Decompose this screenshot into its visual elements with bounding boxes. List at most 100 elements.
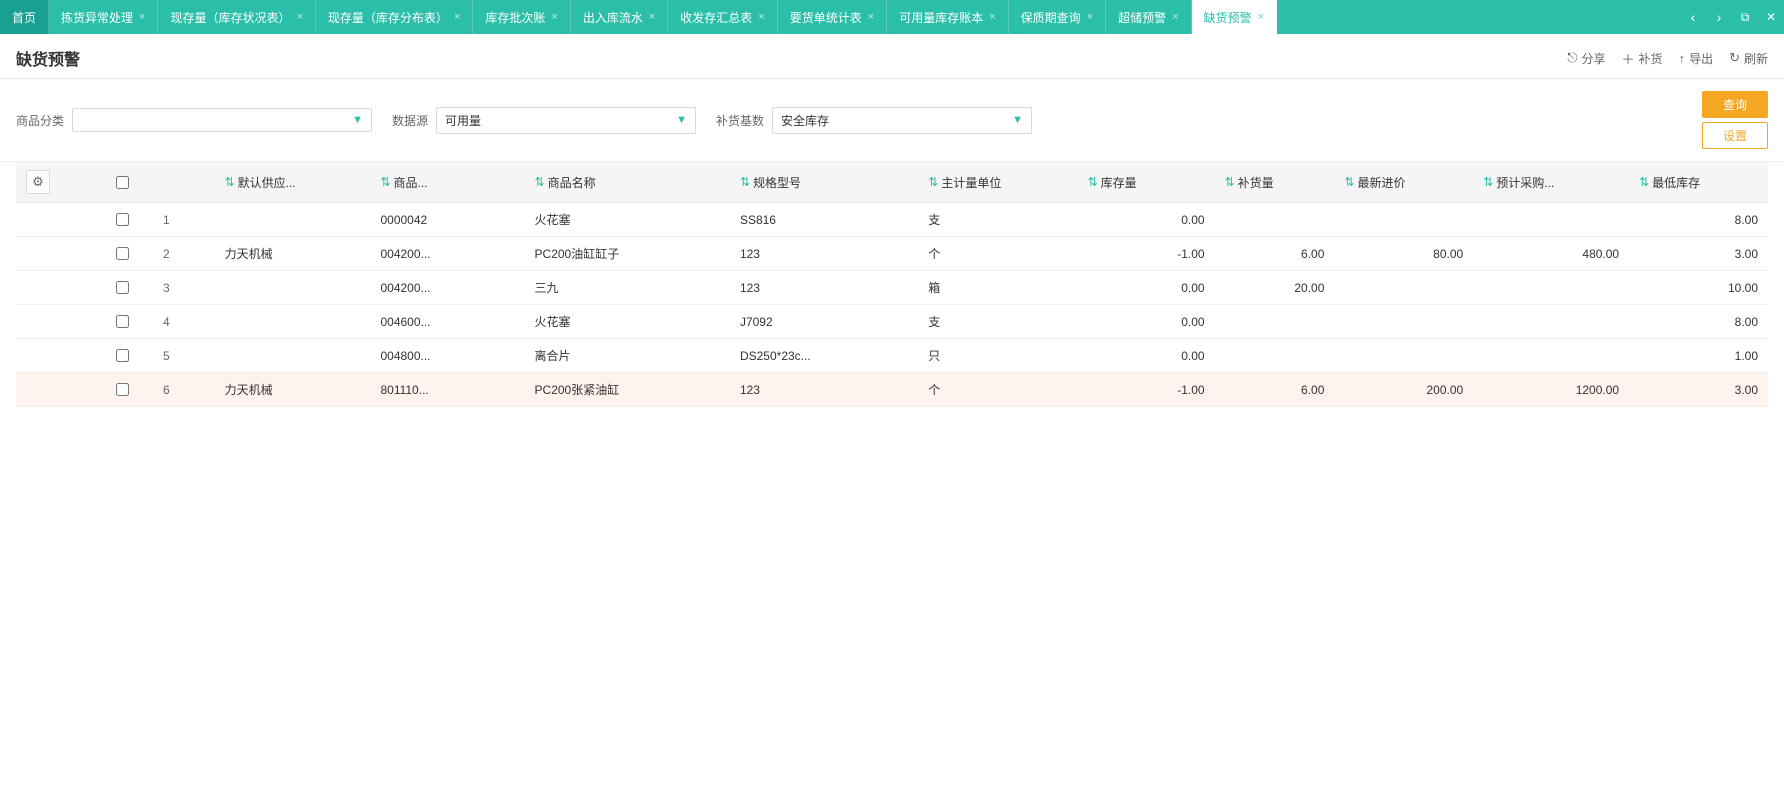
sort-icon: ⇅ <box>928 175 938 189</box>
datasource-filter-group: 数据源 可用量 ▼ <box>392 107 696 134</box>
tab-close-all-btn[interactable]: ✕ <box>1758 0 1784 34</box>
tab-receive-summary[interactable]: 收发存汇总表 × <box>668 0 777 34</box>
filter-row: 商品分类 ▼ 数据源 可用量 ▼ 补货基数 安全库存 ▼ 查询 设置 <box>0 79 1784 162</box>
cell-supplier-4 <box>215 339 371 373</box>
row-checkbox-1[interactable] <box>116 247 129 260</box>
tab-close-exception[interactable]: × <box>139 11 145 23</box>
cell-supplier-3 <box>215 305 371 339</box>
cell-unit-5: 个 <box>918 373 1077 407</box>
tab-close-inout-flow[interactable]: × <box>649 11 655 23</box>
sort-icon: ⇅ <box>1344 175 1354 189</box>
row-checkbox-0[interactable] <box>116 213 129 226</box>
page-header: 缺货预警 ⎋ 分享 ＋ 补货 ↑ 导出 ↻ 刷新 <box>0 34 1784 79</box>
tab-overstock[interactable]: 超储预警 × <box>1106 0 1191 34</box>
cell-stock-4: 0.00 <box>1078 339 1215 373</box>
sort-icon: ⇅ <box>225 175 235 189</box>
row-checkbox-3[interactable] <box>116 315 129 328</box>
tab-close-inventory-dist[interactable]: × <box>454 11 460 23</box>
tab-label-expiry-query: 保质期查询 <box>1021 9 1081 26</box>
cell-minstock-0: 8.00 <box>1629 203 1768 237</box>
row-checkbox-5[interactable] <box>116 383 129 396</box>
cell-price-4 <box>1334 339 1473 373</box>
tab-label-exception: 拣货异常处理 <box>61 9 133 26</box>
table-row: 3 004200... 三九 123 箱 0.00 20.00 10.00 <box>16 271 1768 305</box>
tab-exception[interactable]: 拣货异常处理 × <box>49 0 158 34</box>
share-btn[interactable]: ⎋ 分享 <box>1567 50 1605 67</box>
export-btn[interactable]: ↑ 导出 <box>1679 50 1714 67</box>
datasource-arrow-icon: ▼ <box>676 114 687 126</box>
tab-inout-flow[interactable]: 出入库流水× <box>571 0 668 34</box>
col-num <box>153 162 215 203</box>
tab-label-receive-summary: 收发存汇总表 <box>680 9 752 26</box>
cell-name-5: PC200张紧油缸 <box>525 373 730 407</box>
replenish-base-select[interactable]: 安全库存 ▼ <box>772 107 1032 134</box>
cell-estimate-2 <box>1473 271 1629 305</box>
category-select[interactable]: ▼ <box>72 108 372 132</box>
table-row: 1 0000042 火花塞 SS816 支 0.00 8.00 <box>16 203 1768 237</box>
tab-close-order-stat[interactable]: × <box>868 11 874 23</box>
category-arrow-icon: ▼ <box>352 114 363 126</box>
tab-label-shortage: 缺货预警 <box>1204 9 1252 26</box>
col-settings: ⚙ <box>16 162 91 203</box>
tab-close-shortage[interactable]: × <box>1258 11 1264 23</box>
tab-close-expiry-query[interactable]: × <box>1087 11 1093 23</box>
tab-close-available-ledger[interactable]: × <box>989 11 995 23</box>
tab-order-stat[interactable]: 要货单统计表× <box>778 0 887 34</box>
tab-label-inventory-status: 现存量（库存状况表） <box>170 9 290 26</box>
tab-batch-account[interactable]: 库存批次账 × <box>473 0 570 34</box>
tab-available-ledger[interactable]: 可用量库存账本 × <box>887 0 1008 34</box>
tab-prev-btn[interactable]: ‹ <box>1680 0 1706 34</box>
cell-name-2: 三九 <box>525 271 730 305</box>
tab-restore-btn[interactable]: ⧉ <box>1732 0 1758 34</box>
cell-minstock-2: 10.00 <box>1629 271 1768 305</box>
tab-close-batch-account[interactable]: × <box>551 11 557 23</box>
cell-unit-3: 支 <box>918 305 1077 339</box>
cell-code-3: 004600... <box>370 305 524 339</box>
settings-button[interactable]: 设置 <box>1702 122 1768 149</box>
refresh-icon: ↻ <box>1729 50 1740 66</box>
tab-close-inventory-status[interactable]: × <box>296 11 302 23</box>
cell-num-1: 2 <box>153 237 215 271</box>
col-supplier-header: ⇅ 默认供应... <box>215 162 371 203</box>
cell-price-0 <box>1334 203 1473 237</box>
tab-inventory-dist[interactable]: 现存量（库存分布表）× <box>316 0 473 34</box>
cell-name-1: PC200油缸缸子 <box>525 237 730 271</box>
tab-label-batch-account: 库存批次账 <box>485 9 545 26</box>
tab-bar: 首页拣货异常处理×现存量（库存状况表）×现存量（库存分布表）×库存批次账×出入库… <box>0 0 1784 34</box>
sort-icon: ⇅ <box>1088 175 1098 189</box>
cell-estimate-4 <box>1473 339 1629 373</box>
tab-label-home: 首页 <box>12 9 36 26</box>
cell-code-0: 0000042 <box>370 203 524 237</box>
tab-inventory-status[interactable]: 现存量（库存状况表） × <box>158 0 315 34</box>
select-all-checkbox[interactable] <box>116 176 129 189</box>
cell-unit-4: 只 <box>918 339 1077 373</box>
cell-name-0: 火花塞 <box>525 203 730 237</box>
tab-home[interactable]: 首页 <box>0 0 49 34</box>
tab-expiry-query[interactable]: 保质期查询 × <box>1009 0 1106 34</box>
query-button[interactable]: 查询 <box>1702 91 1768 118</box>
tab-close-overstock[interactable]: × <box>1172 11 1178 23</box>
cell-num-3: 4 <box>153 305 215 339</box>
cell-replenish-0 <box>1215 203 1335 237</box>
table-row: 2 力天机械 004200... PC200油缸缸子 123 个 -1.00 6… <box>16 237 1768 271</box>
col-check <box>91 162 153 203</box>
tab-label-available-ledger: 可用量库存账本 <box>899 9 983 26</box>
tab-next-btn[interactable]: › <box>1706 0 1732 34</box>
table-body: 1 0000042 火花塞 SS816 支 0.00 8.00 2 力天机械 0… <box>16 203 1768 407</box>
refresh-btn[interactable]: ↻ 刷新 <box>1729 50 1768 67</box>
table-row: 5 004800... 离合片 DS250*23c... 只 0.00 1.00 <box>16 339 1768 373</box>
tab-shortage[interactable]: 缺货预警 × <box>1192 0 1277 34</box>
row-checkbox-4[interactable] <box>116 349 129 362</box>
cell-stock-1: -1.00 <box>1078 237 1215 271</box>
data-table: ⚙ ⇅ 默认供应... <box>16 162 1768 407</box>
table-gear-btn[interactable]: ⚙ <box>26 170 50 194</box>
datasource-select[interactable]: 可用量 ▼ <box>436 107 696 134</box>
table-container: ⚙ ⇅ 默认供应... <box>0 162 1784 407</box>
share-icon: ⎋ <box>1567 50 1577 66</box>
tab-close-receive-summary[interactable]: × <box>758 11 764 23</box>
col-name-header: ⇅ 商品名称 <box>525 162 730 203</box>
row-checkbox-2[interactable] <box>116 281 129 294</box>
tab-label-overstock: 超储预警 <box>1118 9 1166 26</box>
replenish-btn[interactable]: ＋ 补货 <box>1622 49 1663 68</box>
cell-stock-5: -1.00 <box>1078 373 1215 407</box>
